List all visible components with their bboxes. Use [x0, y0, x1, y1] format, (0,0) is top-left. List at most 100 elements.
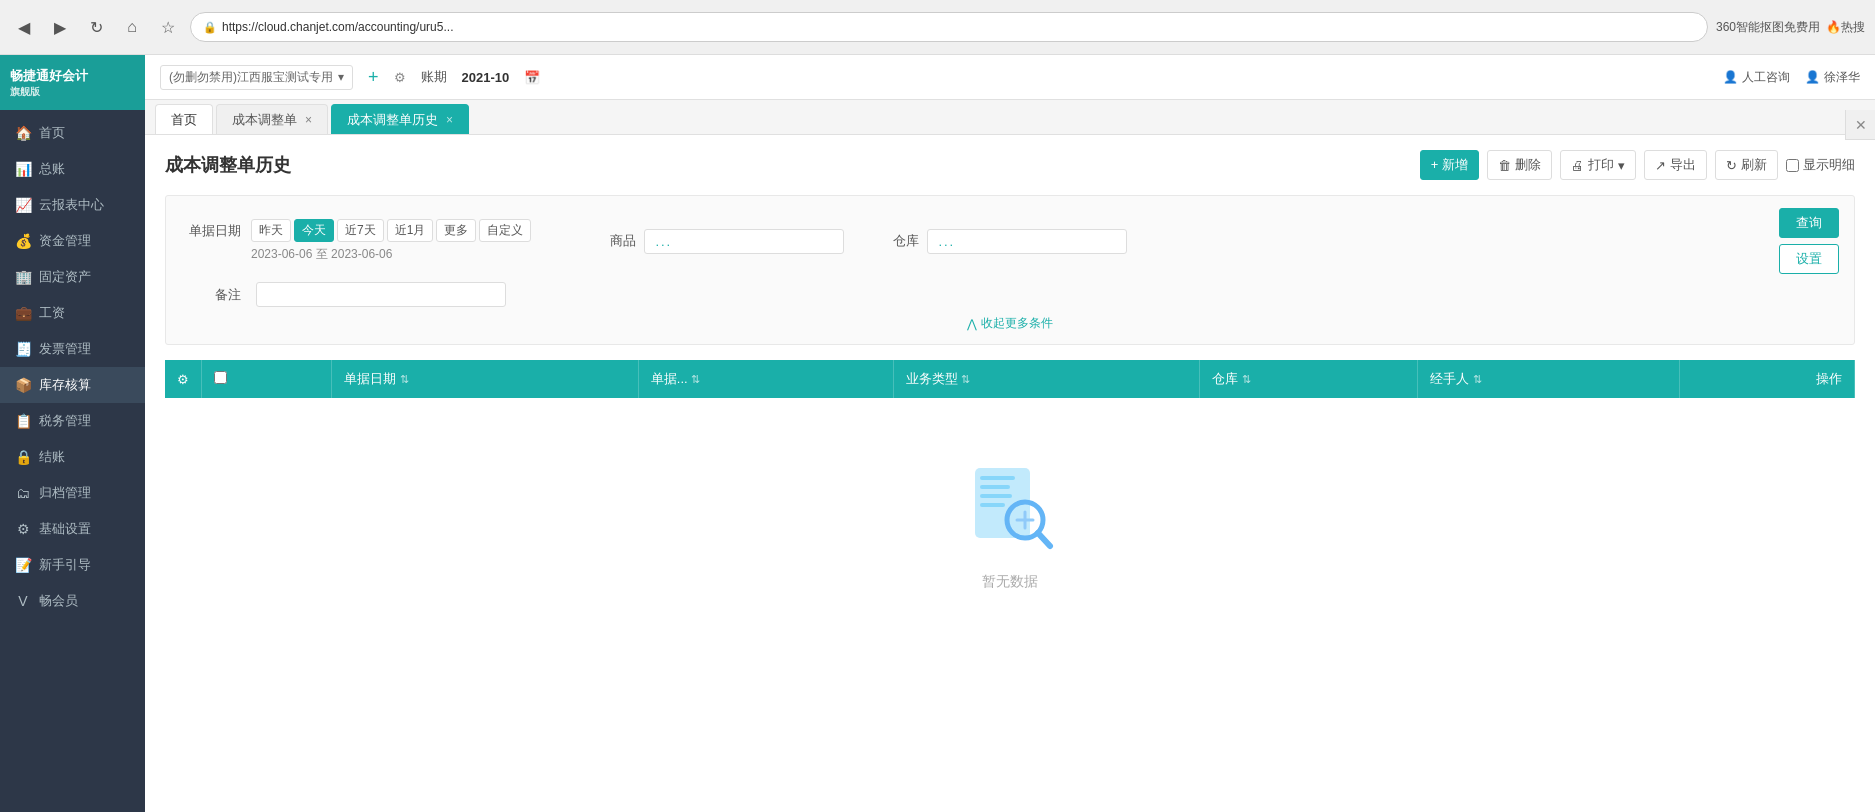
add-company-btn[interactable]: + [368, 67, 379, 88]
th-type[interactable]: 业务类型 ⇅ [893, 360, 1200, 398]
back-button[interactable]: ◀ [10, 13, 38, 41]
add-button[interactable]: + 新增 [1420, 150, 1479, 180]
home-button[interactable]: ⌂ [118, 13, 146, 41]
forward-button[interactable]: ▶ [46, 13, 74, 41]
sort-icon-date: ⇅ [400, 373, 409, 385]
sidebar-item-funds[interactable]: 💰 资金管理 [0, 223, 145, 259]
sidebar-logo: 畅捷通好会计 旗舰版 [0, 55, 145, 110]
sidebar-item-invoice[interactable]: 🧾 发票管理 [0, 331, 145, 367]
export-icon: ↗ [1655, 158, 1666, 173]
sidebar-label-invoice: 发票管理 [39, 340, 91, 358]
svg-rect-4 [980, 503, 1005, 507]
sidebar-item-assets[interactable]: 🏢 固定资产 [0, 259, 145, 295]
setting-filter-button[interactable]: 设置 [1779, 244, 1839, 274]
tab-cost-adjust-history[interactable]: 成本调整单历史 × [331, 104, 469, 134]
th-gear: ⚙ [165, 360, 202, 398]
date-btn-more[interactable]: 更多 [436, 219, 476, 242]
sidebar-item-guide[interactable]: 📝 新手引导 [0, 547, 145, 583]
select-all-checkbox[interactable] [214, 371, 227, 384]
date-filter-group: 单据日期 昨天今天近7天近1月更多自定义 2023-06-06 至 2023-0… [181, 219, 531, 263]
empty-state: 暂无数据 [165, 398, 1855, 651]
sidebar-label-salary: 工资 [39, 304, 65, 322]
tab-home[interactable]: 首页 [155, 104, 213, 134]
address-bar[interactable]: 🔒 https://cloud.chanjet.com/accounting/u… [190, 12, 1708, 42]
calendar-icon[interactable]: 📅 [524, 70, 540, 85]
date-btn-7days[interactable]: 近7天 [337, 219, 384, 242]
sidebar-item-archive[interactable]: 🗂 归档管理 [0, 475, 145, 511]
period-label: 账期 [421, 68, 447, 86]
sidebar-item-home[interactable]: 🏠 首页 [0, 115, 145, 151]
query-button[interactable]: 查询 [1779, 208, 1839, 238]
date-btn-custom[interactable]: 自定义 [479, 219, 531, 242]
export-button[interactable]: ↗ 导出 [1644, 150, 1707, 180]
settings-icon[interactable]: ⚙ [394, 70, 406, 85]
sidebar-item-inventory[interactable]: 📦 库存核算 [0, 367, 145, 403]
sidebar-item-close[interactable]: 🔒 结账 [0, 439, 145, 475]
date-filter-label: 单据日期 [181, 222, 241, 240]
date-btn-1month[interactable]: 近1月 [387, 219, 434, 242]
sidebar-icon-ledger: 📊 [15, 161, 31, 177]
sidebar-item-report[interactable]: 📈 云报表中心 [0, 187, 145, 223]
tab-close-cost-adjust[interactable]: × [305, 113, 312, 127]
tab-label-cost-adjust-history: 成本调整单历史 [347, 111, 438, 129]
service-icon: 👤 [1723, 70, 1738, 84]
close-panel-button[interactable]: ✕ [1845, 110, 1875, 140]
tab-label-home: 首页 [171, 111, 197, 129]
sidebar-label-close: 结账 [39, 448, 65, 466]
sidebar-label-home: 首页 [39, 124, 65, 142]
product-selector[interactable]: ... [644, 229, 844, 254]
sidebar-item-member[interactable]: V 畅会员 [0, 583, 145, 619]
sidebar-item-ledger[interactable]: 📊 总账 [0, 151, 145, 187]
date-btn-yesterday[interactable]: 昨天 [251, 219, 291, 242]
sidebar-icon-close: 🔒 [15, 449, 31, 465]
date-btn-today[interactable]: 今天 [294, 219, 334, 242]
sidebar-icon-tax: 📋 [15, 413, 31, 429]
th-operator[interactable]: 经手人 ⇅ [1418, 360, 1680, 398]
tab-cost-adjust[interactable]: 成本调整单 × [216, 104, 328, 134]
show-detail-input[interactable] [1786, 159, 1799, 172]
warehouse-dots: ... [938, 234, 955, 249]
page-title: 成本调整单历史 [165, 153, 291, 177]
browser-right-controls: 360智能抠图免费用 🔥热搜 [1716, 19, 1865, 36]
hot-label: 🔥热搜 [1826, 19, 1865, 36]
svg-rect-2 [980, 485, 1010, 489]
print-button[interactable]: 🖨 打印 ▾ [1560, 150, 1636, 180]
page-title-bar: 成本调整单历史 + 新增 🗑 删除 🖨 打印 ▾ ↗ 导出 [165, 150, 1855, 180]
sidebar-item-tax[interactable]: 📋 税务管理 [0, 403, 145, 439]
sidebar-label-funds: 资金管理 [39, 232, 91, 250]
sidebar-item-settings[interactable]: ⚙ 基础设置 [0, 511, 145, 547]
delete-button[interactable]: 🗑 删除 [1487, 150, 1552, 180]
sidebar: 畅捷通好会计 旗舰版 🏠 首页 📊 总账 📈 云报表中心 💰 资金管理 🏢 固定… [0, 55, 145, 812]
refresh-button[interactable]: ↻ 刷新 [1715, 150, 1778, 180]
empty-icon [960, 458, 1060, 558]
sidebar-label-guide: 新手引导 [39, 556, 91, 574]
show-detail-checkbox[interactable]: 显示明细 [1786, 156, 1855, 174]
tab-label-cost-adjust: 成本调整单 [232, 111, 297, 129]
sort-icon-number: ⇅ [691, 373, 700, 385]
refresh-button[interactable]: ↻ [82, 13, 110, 41]
page-actions: + 新增 🗑 删除 🖨 打印 ▾ ↗ 导出 ↻ [1420, 150, 1855, 180]
warehouse-filter: 仓库 ... [859, 229, 1127, 254]
product-label: 商品 [576, 232, 636, 250]
remark-input[interactable] [256, 282, 506, 307]
th-warehouse[interactable]: 仓库 ⇅ [1200, 360, 1418, 398]
company-selector[interactable]: (勿删勿禁用)江西服宝测试专用 ▾ [160, 65, 353, 90]
sidebar-icon-assets: 🏢 [15, 269, 31, 285]
star-button[interactable]: ☆ [154, 13, 182, 41]
tab-close-cost-adjust-history[interactable]: × [446, 113, 453, 127]
filter-area: 单据日期 昨天今天近7天近1月更多自定义 2023-06-06 至 2023-0… [165, 195, 1855, 345]
collapse-icon: ⋀ [967, 317, 977, 331]
warehouse-selector[interactable]: ... [927, 229, 1127, 254]
sidebar-item-salary[interactable]: 💼 工资 [0, 295, 145, 331]
sidebar-label-assets: 固定资产 [39, 268, 91, 286]
sidebar-nav: 🏠 首页 📊 总账 📈 云报表中心 💰 资金管理 🏢 固定资产 💼 工资 🧾 发… [0, 110, 145, 812]
sidebar-icon-report: 📈 [15, 197, 31, 213]
user-menu[interactable]: 👤 徐泽华 [1805, 69, 1860, 86]
logo-text: 畅捷通好会计 [10, 67, 88, 85]
collapse-button[interactable]: ⋀ 收起更多条件 [967, 315, 1053, 332]
th-number[interactable]: 单据... ⇅ [638, 360, 893, 398]
user-name: 徐泽华 [1824, 69, 1860, 86]
filter-row-2: 备注 [181, 282, 1839, 307]
th-date[interactable]: 单据日期 ⇅ [332, 360, 639, 398]
service-btn[interactable]: 👤 人工咨询 [1723, 69, 1790, 86]
